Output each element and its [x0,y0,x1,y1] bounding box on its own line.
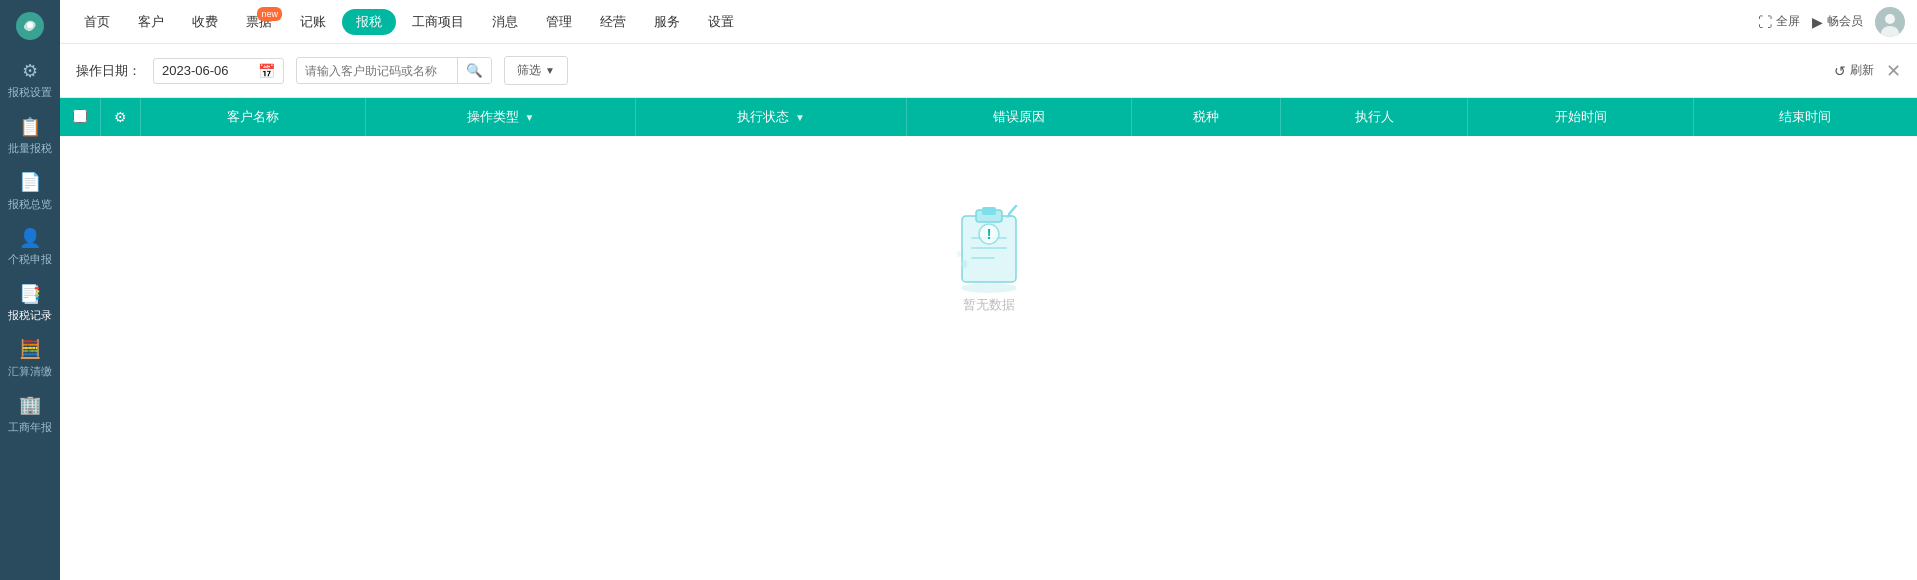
table-header: ⚙ 客户名称操作类型 ▼执行状态 ▼错误原因税种执行人开始时间结束时间 [60,98,1917,136]
filter-icon-exec_status: ▼ [795,112,805,123]
page-content: 操作日期： 📅 🔍 筛选 ▼ ↺ 刷新 ✕ [60,44,1917,580]
fullscreen-icon: ⛶ [1758,14,1772,30]
sidebar-item-label: 报税设置 [8,85,52,99]
nav-item-home[interactable]: 首页 [72,9,122,35]
top-navigation: 首页客户收费票据new记账报税工商项目消息管理经营服务设置 ⛶ 全屏 ▶ 畅会员 [60,0,1917,44]
sidebar-item-personal-tax[interactable]: 👤 个税申报 [4,219,56,275]
nav-item-services[interactable]: 服务 [642,9,692,35]
annual-report-icon: 🏢 [19,394,41,417]
sidebar-item-tax-records[interactable]: 📑 报税记录 [4,275,56,331]
sidebar-item-batch-tax[interactable]: 📋 批量报税 [4,108,56,164]
settings-icon: ⚙ [114,109,127,125]
nav-item-operations[interactable]: 经营 [588,9,638,35]
close-button[interactable]: ✕ [1886,62,1901,80]
filter-icon-op_type: ▼ [524,112,534,123]
svg-point-5 [961,283,1017,293]
th-op_type[interactable]: 操作类型 ▼ [365,98,636,136]
settlement-icon: 🧮 [19,338,41,361]
main-content: 首页客户收费票据new记账报税工商项目消息管理经营服务设置 ⛶ 全屏 ▶ 畅会员 [60,0,1917,580]
search-wrapper: 🔍 [296,57,492,84]
batch-tax-icon: 📋 [19,116,41,139]
svg-point-1 [27,22,33,28]
fullscreen-label: 全屏 [1776,13,1800,30]
tax-settings-icon: ⚙ [22,60,38,83]
nav-badge-invoice: new [257,7,282,22]
refresh-label: 刷新 [1850,62,1874,79]
data-table: ⚙ 客户名称操作类型 ▼执行状态 ▼错误原因税种执行人开始时间结束时间 [60,98,1917,374]
select-all-checkbox[interactable] [73,109,87,123]
empty-illustration: ! [944,196,1034,296]
svg-point-17 [957,251,961,257]
search-input[interactable] [297,59,457,83]
empty-state-row: ! 暂无数据 [60,136,1917,374]
avatar[interactable] [1875,7,1905,37]
th-settings[interactable]: ⚙ [100,98,140,136]
sidebar-item-settlement[interactable]: 🧮 汇算清缴 [4,330,56,386]
nav-item-settings[interactable]: 设置 [696,9,746,35]
sidebar-item-label: 个税申报 [8,252,52,266]
refresh-button[interactable]: ↺ 刷新 [1834,62,1874,79]
th-start_time: 开始时间 [1468,98,1693,136]
tax-overview-icon: 📄 [19,171,41,194]
svg-point-16 [961,260,967,268]
chevron-down-icon: ▼ [545,65,555,76]
table-body: ! 暂无数据 [60,136,1917,374]
svg-text:!: ! [986,226,991,242]
th-client_name: 客户名称 [140,98,365,136]
nav-item-invoice[interactable]: 票据new [234,9,284,35]
search-icon: 🔍 [466,63,483,78]
empty-state: ! 暂无数据 [60,136,1917,374]
nav-item-tax[interactable]: 报税 [342,9,396,35]
sidebar-item-label: 报税总览 [8,197,52,211]
th-checkbox[interactable] [60,98,100,136]
date-picker[interactable]: 📅 [153,58,284,84]
svg-line-14 [1009,206,1016,214]
fullscreen-button[interactable]: ⛶ 全屏 [1758,13,1800,30]
th-error_reason: 错误原因 [906,98,1131,136]
table-container: ⚙ 客户名称操作类型 ▼执行状态 ▼错误原因税种执行人开始时间结束时间 [60,98,1917,580]
date-label: 操作日期： [76,62,141,80]
date-input[interactable] [162,63,252,78]
vip-icon: ▶ [1812,14,1823,30]
sidebar-item-label: 汇算清缴 [8,364,52,378]
sidebar-item-annual-report[interactable]: 🏢 工商年报 [4,386,56,442]
calendar-icon: 📅 [258,63,275,79]
sidebar-logo[interactable] [12,8,48,44]
nav-item-messages[interactable]: 消息 [480,9,530,35]
personal-tax-icon: 👤 [19,227,41,250]
svg-point-3 [1885,14,1895,24]
nav-item-accounts[interactable]: 记账 [288,9,338,35]
sidebar-item-label: 报税记录 [8,308,52,322]
sidebar-item-tax-settings[interactable]: ⚙ 报税设置 [4,52,56,108]
vip-button[interactable]: ▶ 畅会员 [1812,13,1863,30]
filter-label: 筛选 [517,62,541,79]
nav-items: 首页客户收费票据new记账报税工商项目消息管理经营服务设置 [72,9,1758,35]
refresh-icon: ↺ [1834,63,1846,79]
nav-item-client[interactable]: 客户 [126,9,176,35]
topnav-right: ⛶ 全屏 ▶ 畅会员 [1758,7,1905,37]
empty-text: 暂无数据 [963,296,1015,314]
nav-item-industry[interactable]: 工商项目 [400,9,476,35]
filter-button[interactable]: 筛选 ▼ [504,56,568,85]
nav-item-billing[interactable]: 收费 [180,9,230,35]
sidebar: ⚙ 报税设置 📋 批量报税 📄 报税总览 👤 个税申报 📑 报税记录 🧮 汇算清缴 🏢 工商年报 [0,0,60,580]
toolbar: 操作日期： 📅 🔍 筛选 ▼ ↺ 刷新 ✕ [60,44,1917,98]
th-end_time: 结束时间 [1693,98,1917,136]
tax-records-icon: 📑 [19,283,41,306]
vip-label: 畅会员 [1827,13,1863,30]
toolbar-right: ↺ 刷新 ✕ [1834,62,1901,80]
nav-item-management[interactable]: 管理 [534,9,584,35]
th-executor: 执行人 [1281,98,1468,136]
th-tax_type: 税种 [1132,98,1281,136]
sidebar-item-label: 批量报税 [8,141,52,155]
search-button[interactable]: 🔍 [457,58,491,83]
svg-rect-8 [982,207,996,215]
sidebar-item-label: 工商年报 [8,420,52,434]
th-exec_status[interactable]: 执行状态 ▼ [636,98,907,136]
sidebar-item-tax-overview[interactable]: 📄 报税总览 [4,163,56,219]
